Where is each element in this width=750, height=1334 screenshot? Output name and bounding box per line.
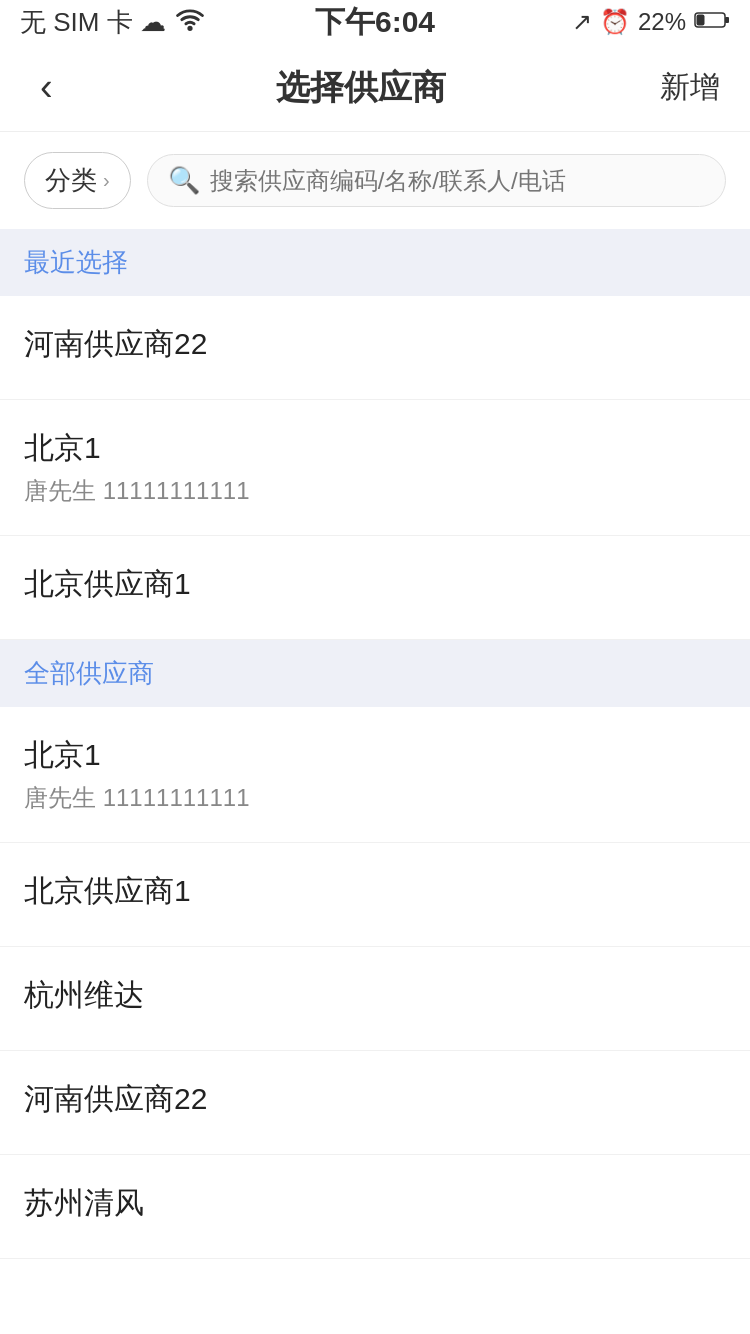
svg-rect-2 [725,17,729,23]
item-name: 北京1 [24,428,726,469]
recent-section-label: 最近选择 [24,247,128,277]
add-button[interactable]: 新增 [660,67,720,108]
list-item[interactable]: 北京1 唐先生 11111111111 [0,400,750,536]
item-name: 杭州维达 [24,975,726,1016]
search-icon: 🔍 [168,165,200,196]
list-item[interactable]: 河南供应商22 [0,296,750,400]
filter-bar: 分类 › 🔍 [0,132,750,229]
status-left: 无 SIM 卡 ☁ [20,5,204,40]
item-sub: 唐先生 11111111111 [24,782,726,814]
list-item[interactable]: 河南供应商22 [0,1051,750,1155]
wifi-icon [176,5,204,40]
location-icon: ↗ [572,8,592,36]
svg-point-0 [189,27,191,29]
item-name: 北京供应商1 [24,564,726,605]
battery-text: 22% [638,8,686,36]
recent-section-header: 最近选择 [0,229,750,296]
page-title: 选择供应商 [276,65,446,111]
nav-bar: ‹ 选择供应商 新增 [0,44,750,132]
category-button[interactable]: 分类 › [24,152,131,209]
list-item[interactable]: 苏州清风 [0,1155,750,1259]
item-name: 河南供应商22 [24,324,726,365]
recent-list: 河南供应商22 北京1 唐先生 11111111111 北京供应商1 [0,296,750,640]
item-sub: 唐先生 11111111111 [24,475,726,507]
all-section-label: 全部供应商 [24,658,154,688]
all-list: 北京1 唐先生 11111111111 北京供应商1 杭州维达河南供应商22 苏州清风 [0,707,750,1259]
item-name: 北京供应商1 [24,871,726,912]
list-item[interactable]: 杭州维达 [0,947,750,1051]
battery-icon [694,8,730,36]
item-name: 河南供应商22 [24,1079,726,1120]
search-input[interactable] [210,167,705,195]
svg-rect-3 [697,15,705,26]
list-item[interactable]: 北京供应商1 [0,536,750,640]
status-right: ↗ ⏰ 22% [572,8,730,36]
status-time: 下午6:04 [315,2,435,43]
alarm-icon: ⏰ [600,8,630,36]
status-bar: 无 SIM 卡 ☁ 下午6:04 ↗ ⏰ 22% [0,0,750,44]
list-item[interactable]: 北京供应商1 [0,843,750,947]
item-name: 苏州清风 [24,1183,726,1224]
no-sim-text: 无 SIM 卡 ☁ [20,5,166,40]
category-label: 分类 [45,163,97,198]
back-button[interactable]: ‹ [30,56,63,119]
list-item[interactable]: 北京1 唐先生 11111111111 [0,707,750,843]
chevron-right-icon: › [103,169,110,192]
item-name: 北京1 [24,735,726,776]
all-section-header: 全部供应商 [0,640,750,707]
search-input-wrap[interactable]: 🔍 [147,154,726,207]
